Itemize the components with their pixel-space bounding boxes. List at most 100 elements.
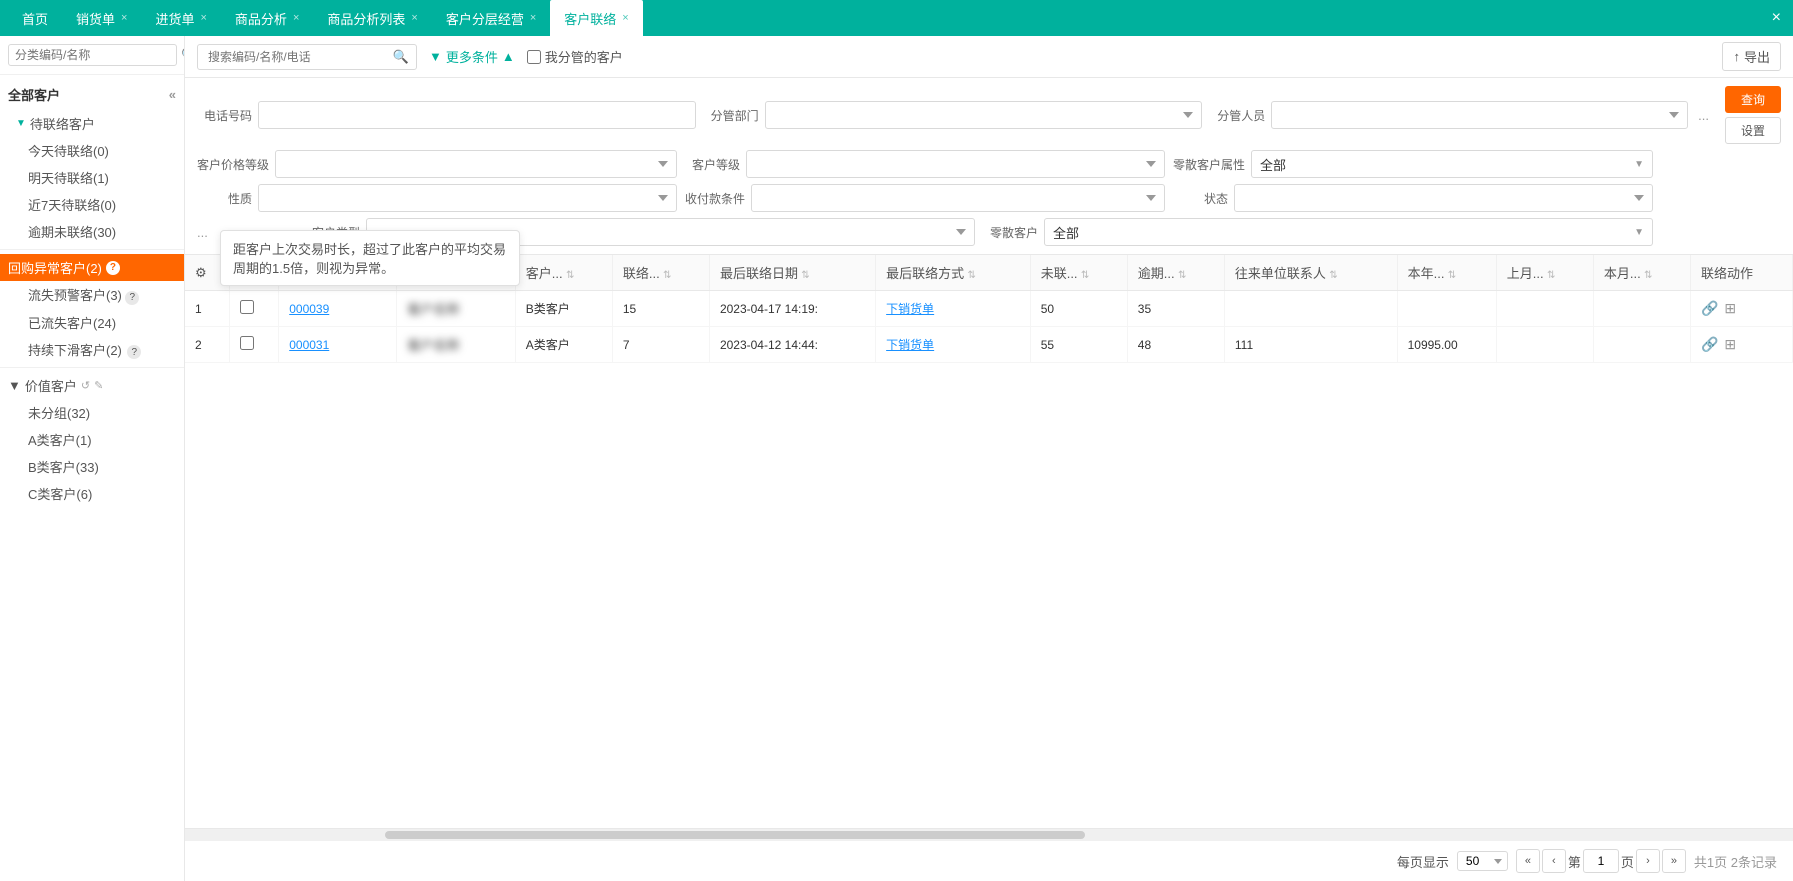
sidebar-item-7days[interactable]: 近7天待联络(0) [0, 191, 184, 218]
sort-uncontacted-icon[interactable]: ⇅ [1081, 270, 1089, 281]
sidebar-item-b-class[interactable]: B类客户(33) [0, 453, 184, 480]
action-link-icon-2[interactable]: 🔗 [1701, 336, 1718, 353]
settings-icon[interactable]: ⚙ [195, 265, 207, 280]
customer-level-select[interactable] [746, 150, 1165, 178]
search-input[interactable] [197, 44, 417, 70]
scrollbar-thumb[interactable] [385, 831, 1085, 839]
sort-type-icon[interactable]: ⇅ [566, 270, 574, 281]
nav-customer-contact[interactable]: 客户联络 × [550, 0, 642, 36]
nav-purchase[interactable]: 进货单 × [141, 0, 220, 36]
filter-phone: 电话号码 [197, 101, 696, 129]
sidebar-collapse-icon[interactable]: « [169, 87, 176, 102]
person-select[interactable] [1271, 101, 1688, 129]
status-select[interactable] [1234, 184, 1653, 212]
td-code-1[interactable]: 000039 [279, 291, 397, 327]
phone-input[interactable] [258, 101, 696, 129]
sidebar-item-unclassified[interactable]: 未分组(32) [0, 399, 184, 426]
col-contact-person[interactable]: 往来单位联系人 ⇅ [1224, 255, 1397, 291]
action-grid-icon-1[interactable]: ⊞ [1724, 300, 1736, 317]
prev-page-btn[interactable]: ‹ [1542, 849, 1566, 873]
value-customer-edit-icon[interactable]: ✎ [94, 379, 103, 392]
nav-analysis-close[interactable]: × [293, 12, 299, 24]
sidebar-item-continuous-down[interactable]: 持续下滑客户(2) ? [0, 336, 184, 364]
sidebar-item-repeat-abnormal[interactable]: 回购异常客户(2) ? [0, 254, 184, 281]
sort-this-month-icon[interactable]: ⇅ [1644, 270, 1652, 281]
help-icon[interactable]: ? [106, 261, 120, 275]
col-uncontacted[interactable]: 未联... ⇅ [1030, 255, 1127, 291]
td-last-method-1[interactable]: 下销货单 [876, 291, 1031, 327]
td-name-1: 客户名称 [397, 291, 515, 327]
horizontal-scrollbar[interactable] [185, 828, 1793, 840]
col-overdue[interactable]: 逾期... ⇅ [1127, 255, 1224, 291]
my-customers-checkbox[interactable] [527, 50, 541, 64]
table-scroll-wrap[interactable]: ⚙ 客户编码 ⇅ 客户名称 ⇅ [185, 255, 1793, 828]
sidebar-search-input[interactable] [8, 44, 177, 66]
sort-this-year-icon[interactable]: ⇅ [1448, 270, 1456, 281]
more-conditions-btn[interactable]: ▼ 更多条件 ▲ [429, 47, 515, 66]
search-icon[interactable]: 🔍 [393, 49, 409, 65]
settings-button[interactable]: 设置 [1725, 117, 1781, 144]
nav-customer-segment-close[interactable]: × [530, 12, 536, 24]
action-link-icon-1[interactable]: 🔗 [1701, 300, 1718, 317]
row-checkbox-1[interactable] [240, 300, 254, 314]
first-page-btn[interactable]: « [1516, 849, 1540, 873]
col-this-year[interactable]: 本年... ⇅ [1397, 255, 1496, 291]
my-customers-checkbox-wrap[interactable]: 我分管的客户 [527, 47, 623, 66]
col-last-month[interactable]: 上月... ⇅ [1496, 255, 1593, 291]
nav-purchase-close[interactable]: × [200, 12, 206, 24]
td-last-method-2[interactable]: 下销货单 [876, 327, 1031, 363]
last-page-btn[interactable]: » [1662, 849, 1686, 873]
td-checkbox-2[interactable] [230, 327, 279, 363]
sort-contact-icon[interactable]: ⇅ [663, 270, 671, 281]
nav-customer-segment[interactable]: 客户分层经营 × [432, 0, 550, 36]
price-level-select[interactable] [275, 150, 677, 178]
nav-sales[interactable]: 销货单 × [62, 0, 141, 36]
td-code-2[interactable]: 000031 [279, 327, 397, 363]
sidebar-all-customers[interactable]: 全部客户 « [0, 79, 184, 110]
sidebar-pending-contact-group[interactable]: ▼ 待联络客户 [0, 110, 184, 137]
sort-last-month-icon[interactable]: ⇅ [1547, 270, 1555, 281]
nav-customer-contact-close[interactable]: × [622, 12, 628, 24]
help-icon-2[interactable]: ? [125, 291, 139, 305]
query-button[interactable]: 查询 [1725, 86, 1781, 113]
nav-analysis-list[interactable]: 商品分析列表 × [313, 0, 431, 36]
sidebar-item-today[interactable]: 今天待联络(0) [0, 137, 184, 164]
sidebar-item-overdue[interactable]: 逾期未联络(30) [0, 218, 184, 245]
col-this-month[interactable]: 本月... ⇅ [1593, 255, 1690, 291]
sort-contact-person-icon[interactable]: ⇅ [1329, 270, 1337, 281]
nav-analysis[interactable]: 商品分析 × [221, 0, 313, 36]
retail-attr-select[interactable]: 全部 ▼ [1251, 150, 1653, 178]
nav-analysis-list-close[interactable]: × [411, 12, 417, 24]
next-page-btn[interactable]: › [1636, 849, 1660, 873]
filter-more-dots-icon[interactable]: ... [197, 225, 208, 240]
sidebar-item-tomorrow[interactable]: 明天待联络(1) [0, 164, 184, 191]
nav-home[interactable]: 首页 [8, 0, 62, 36]
col-last-method[interactable]: 最后联络方式 ⇅ [876, 255, 1031, 291]
retail-customer-select[interactable]: 全部 ▼ [1044, 218, 1653, 246]
nature-select[interactable] [258, 184, 677, 212]
col-contact[interactable]: 联络... ⇅ [612, 255, 709, 291]
row-checkbox-2[interactable] [240, 336, 254, 350]
dept-select[interactable] [765, 101, 1203, 129]
sidebar-item-c-class[interactable]: C类客户(6) [0, 480, 184, 507]
sort-last-method-icon[interactable]: ⇅ [968, 270, 976, 281]
help-icon-3[interactable]: ? [127, 345, 141, 359]
sidebar-item-loss-risk[interactable]: 流失预警客户(3) ? [0, 281, 184, 309]
sidebar-item-already-lost[interactable]: 已流失客户(24) [0, 309, 184, 336]
person-dots[interactable]: ... [1698, 108, 1709, 123]
sort-overdue-icon[interactable]: ⇅ [1178, 270, 1186, 281]
sidebar-value-customer-group[interactable]: ▼ 价值客户 ↺ ✎ [0, 372, 184, 399]
sidebar-item-a-class[interactable]: A类客户(1) [0, 426, 184, 453]
value-customer-refresh-icon[interactable]: ↺ [81, 379, 90, 392]
current-page-input[interactable] [1583, 849, 1619, 873]
td-checkbox-1[interactable] [230, 291, 279, 327]
per-page-select[interactable]: 50 100 200 [1457, 851, 1508, 871]
payment-select[interactable] [751, 184, 1165, 212]
sort-last-date-icon[interactable]: ⇅ [801, 270, 809, 281]
col-type[interactable]: 客户... ⇅ [515, 255, 612, 291]
action-grid-icon-2[interactable]: ⊞ [1724, 336, 1736, 353]
export-button[interactable]: ↑ 导出 [1722, 42, 1781, 71]
nav-sales-close[interactable]: × [121, 12, 127, 24]
col-last-date[interactable]: 最后联络日期 ⇅ [709, 255, 875, 291]
window-close-button[interactable]: × [1772, 9, 1781, 27]
